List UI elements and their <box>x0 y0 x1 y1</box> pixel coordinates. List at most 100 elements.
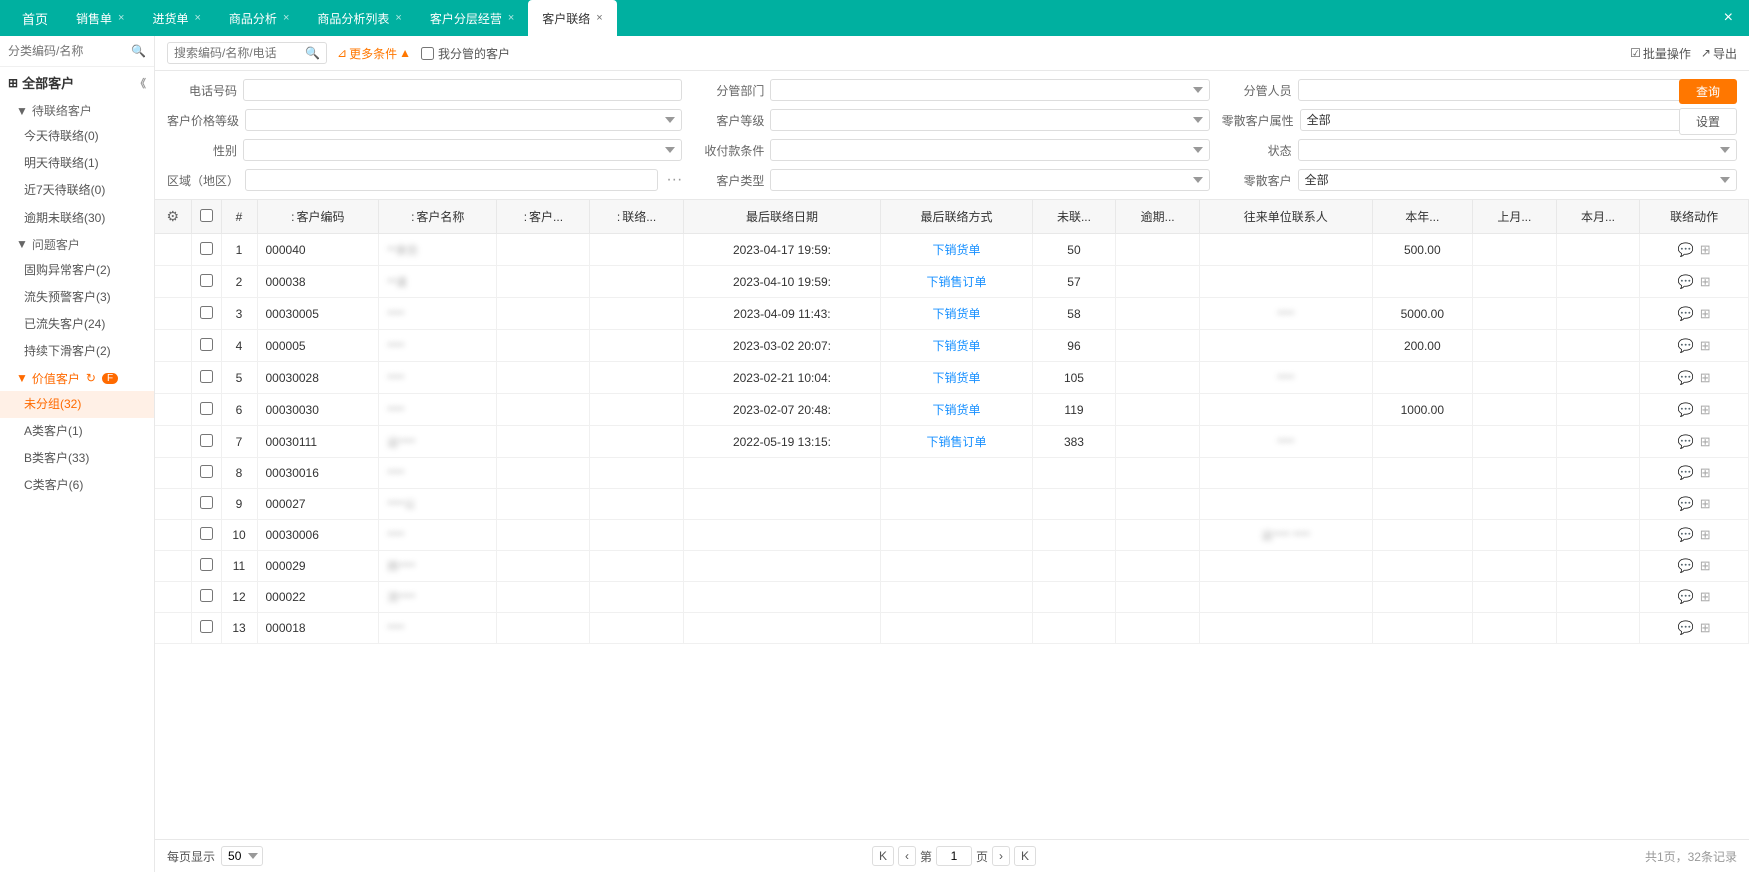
nav-tab-analysis-list[interactable]: 商品分析列表 × <box>303 0 415 36</box>
message-icon[interactable]: 💬 <box>1678 242 1694 258</box>
search-icon[interactable]: 🔍 <box>131 44 146 58</box>
retail-customer-select[interactable]: 全部 <box>1298 169 1737 191</box>
manager-input[interactable] <box>1298 79 1713 101</box>
waiting-contact-group[interactable]: ▼ 待联络客户 <box>0 98 154 123</box>
message-icon[interactable]: 💬 <box>1678 620 1694 636</box>
row-checkbox[interactable] <box>200 242 213 255</box>
row-checkbox[interactable] <box>200 496 213 509</box>
retail-attr-select[interactable]: 全部 <box>1300 109 1737 131</box>
grid-action-icon[interactable]: ⊞ <box>1700 402 1711 418</box>
search-icon[interactable]: 🔍 <box>305 46 320 60</box>
message-icon[interactable]: 💬 <box>1678 465 1694 481</box>
nav-tab-analysis[interactable]: 商品分析 × <box>215 0 303 36</box>
row-checkbox[interactable] <box>200 306 213 319</box>
contact-method-link[interactable]: 下销售订单 <box>926 435 986 449</box>
collapse-icon[interactable]: 《 <box>135 75 146 91</box>
close-icon[interactable]: × <box>283 12 289 24</box>
settings-icon[interactable]: ⚙ <box>166 208 179 224</box>
grid-action-icon[interactable]: ⊞ <box>1700 274 1711 290</box>
region-more-btn[interactable]: ··· <box>666 171 682 189</box>
close-icon[interactable]: × <box>508 12 514 24</box>
grid-action-icon[interactable]: ⊞ <box>1700 589 1711 605</box>
customer-level-select[interactable] <box>770 109 1209 131</box>
row-checkbox[interactable] <box>200 465 213 478</box>
message-icon[interactable]: 💬 <box>1678 496 1694 512</box>
problem-customers-group[interactable]: ▼ 问题客户 <box>0 232 154 257</box>
page-input[interactable] <box>936 846 972 866</box>
contact-method-link[interactable]: 下销货单 <box>932 403 980 417</box>
message-icon[interactable]: 💬 <box>1678 338 1694 354</box>
message-icon[interactable]: 💬 <box>1678 434 1694 450</box>
sidebar-item-lost[interactable]: 已流失客户(24) <box>0 311 154 338</box>
per-page-select[interactable]: 50 <box>221 846 263 866</box>
nav-tab-customer-contact[interactable]: 客户联络 × <box>528 0 616 36</box>
row-checkbox[interactable] <box>200 434 213 447</box>
search-input[interactable] <box>174 46 301 60</box>
contact-method-link[interactable]: 下销货单 <box>932 243 980 257</box>
message-icon[interactable]: 💬 <box>1678 370 1694 386</box>
message-icon[interactable]: 💬 <box>1678 558 1694 574</box>
contact-method-link[interactable]: 下销货单 <box>932 371 980 385</box>
grid-action-icon[interactable]: ⊞ <box>1700 370 1711 386</box>
close-icon[interactable]: × <box>596 12 602 24</box>
sidebar-item-overdue[interactable]: 逾期未联络(30) <box>0 205 154 232</box>
grid-action-icon[interactable]: ⊞ <box>1700 434 1711 450</box>
value-customers-group[interactable]: ▼ 价值客户 ↻ F <box>0 366 154 391</box>
grid-action-icon[interactable]: ⊞ <box>1700 496 1711 512</box>
message-icon[interactable]: 💬 <box>1678 527 1694 543</box>
grid-action-icon[interactable]: ⊞ <box>1700 527 1711 543</box>
grid-action-icon[interactable]: ⊞ <box>1700 465 1711 481</box>
grid-action-icon[interactable]: ⊞ <box>1700 558 1711 574</box>
sidebar-item-group-a[interactable]: A类客户(1) <box>0 418 154 445</box>
my-customers-checkbox-label[interactable]: 我分管的客户 <box>421 45 510 62</box>
payment-select[interactable] <box>770 139 1209 161</box>
contact-method-link[interactable]: 下销货单 <box>932 339 980 353</box>
status-select[interactable] <box>1298 139 1737 161</box>
gender-select[interactable] <box>243 139 682 161</box>
row-checkbox[interactable] <box>200 402 213 415</box>
contact-method-link[interactable]: 下销货单 <box>932 307 980 321</box>
sidebar-item-tomorrow[interactable]: 明天待联络(1) <box>0 150 154 177</box>
reset-button[interactable]: 设置 <box>1679 108 1737 135</box>
message-icon[interactable]: 💬 <box>1678 402 1694 418</box>
sidebar-item-group-c[interactable]: C类客户(6) <box>0 472 154 499</box>
dept-select[interactable] <box>770 79 1209 101</box>
phone-input[interactable] <box>243 79 682 101</box>
nav-tab-customer-seg[interactable]: 客户分层经营 × <box>416 0 528 36</box>
row-checkbox[interactable] <box>200 274 213 287</box>
category-search-input[interactable] <box>8 44 127 58</box>
row-checkbox[interactable] <box>200 620 213 633</box>
grid-action-icon[interactable]: ⊞ <box>1700 306 1711 322</box>
prev-page-btn[interactable]: ‹ <box>898 846 916 866</box>
all-customers-header[interactable]: ⊞ 全部客户 《 <box>0 67 154 98</box>
message-icon[interactable]: 💬 <box>1678 274 1694 290</box>
row-checkbox[interactable] <box>200 527 213 540</box>
sidebar-item-ungroup[interactable]: 未分组(32) <box>0 391 154 418</box>
close-window-icon[interactable]: × <box>1716 9 1741 27</box>
sidebar-item-today[interactable]: 今天待联络(0) <box>0 123 154 150</box>
select-all-checkbox[interactable] <box>200 209 213 222</box>
nav-home[interactable]: 首页 <box>8 0 62 36</box>
row-checkbox[interactable] <box>200 558 213 571</box>
sidebar-item-abnormal[interactable]: 固购异常客户(2) <box>0 257 154 284</box>
contact-method-link[interactable]: 下销售订单 <box>926 275 986 289</box>
sidebar-item-churn-risk[interactable]: 流失预警客户(3) <box>0 284 154 311</box>
query-button[interactable]: 查询 <box>1679 79 1737 104</box>
next-page-btn[interactable]: › <box>992 846 1010 866</box>
customer-type-select[interactable] <box>770 169 1209 191</box>
grid-action-icon[interactable]: ⊞ <box>1700 620 1711 636</box>
message-icon[interactable]: 💬 <box>1678 306 1694 322</box>
batch-ops-btn[interactable]: ☑ 批量操作 <box>1630 45 1691 62</box>
last-page-btn[interactable]: K <box>1014 846 1036 866</box>
message-icon[interactable]: 💬 <box>1678 589 1694 605</box>
more-conditions-btn[interactable]: ⊿ 更多条件 ▲ <box>337 45 411 62</box>
row-checkbox[interactable] <box>200 370 213 383</box>
nav-tab-sales[interactable]: 销售单 × <box>62 0 138 36</box>
first-page-btn[interactable]: K <box>872 846 894 866</box>
nav-tab-purchase[interactable]: 进货单 × <box>138 0 214 36</box>
my-customers-checkbox[interactable] <box>421 47 434 60</box>
row-checkbox[interactable] <box>200 589 213 602</box>
export-btn[interactable]: ↗ 导出 <box>1701 45 1737 62</box>
grid-action-icon[interactable]: ⊞ <box>1700 338 1711 354</box>
sidebar-item-near7days[interactable]: 近7天待联络(0) <box>0 177 154 204</box>
